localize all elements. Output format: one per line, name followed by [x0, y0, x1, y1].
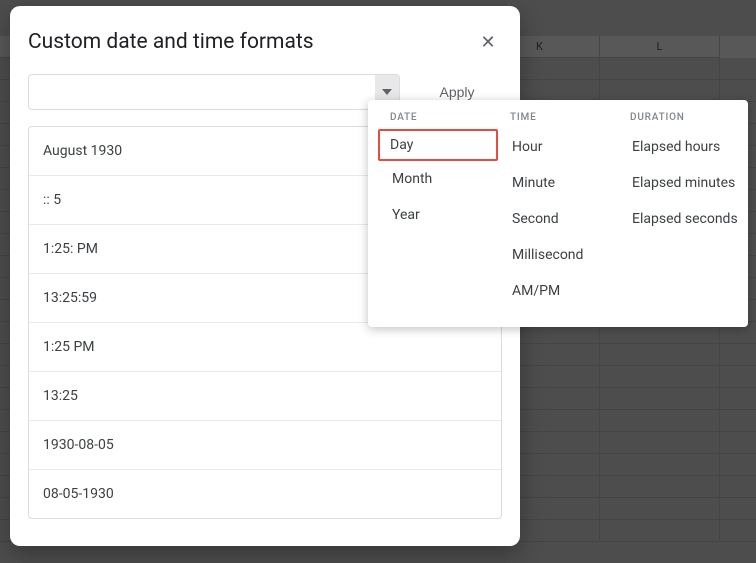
dialog-header: Custom date and time formats ✕ [28, 28, 502, 56]
dialog-title: Custom date and time formats [28, 30, 314, 54]
dropdown-column-header: DATE [378, 112, 498, 129]
dropdown-column: DURATIONElapsed hoursElapsed minutesElap… [618, 112, 738, 309]
format-parts-dropdown: DATEDayMonthYearTIMEHourMinuteSecondMill… [368, 100, 748, 327]
dropdown-option[interactable]: AM/PM [498, 273, 618, 309]
format-input-wrap [28, 74, 400, 110]
dropdown-option[interactable]: Year [378, 197, 498, 233]
dropdown-column: DATEDayMonthYear [378, 112, 498, 309]
format-input[interactable] [29, 75, 375, 109]
dropdown-option[interactable]: Month [378, 161, 498, 197]
dropdown-option[interactable]: Millisecond [498, 237, 618, 273]
dropdown-option[interactable]: Minute [498, 165, 618, 201]
dropdown-option[interactable]: Elapsed minutes [618, 165, 738, 201]
format-example-item[interactable]: 1:25 PM [29, 323, 501, 372]
dropdown-column-header: DURATION [618, 112, 738, 129]
dropdown-option[interactable]: Day [378, 129, 498, 161]
dropdown-column: TIMEHourMinuteSecondMillisecondAM/PM [498, 112, 618, 309]
close-button[interactable]: ✕ [474, 28, 502, 56]
chevron-down-icon [382, 89, 392, 95]
format-example-item[interactable]: 1930-08-05 [29, 421, 501, 470]
dropdown-column-header: TIME [498, 112, 618, 129]
close-icon: ✕ [480, 32, 495, 53]
dropdown-option[interactable]: Elapsed seconds [618, 201, 738, 237]
dropdown-option[interactable]: Elapsed hours [618, 129, 738, 165]
dropdown-option[interactable]: Hour [498, 129, 618, 165]
format-example-item[interactable]: 13:25 [29, 372, 501, 421]
dropdown-option[interactable]: Second [498, 201, 618, 237]
format-example-item[interactable]: 08-05-1930 [29, 470, 501, 518]
